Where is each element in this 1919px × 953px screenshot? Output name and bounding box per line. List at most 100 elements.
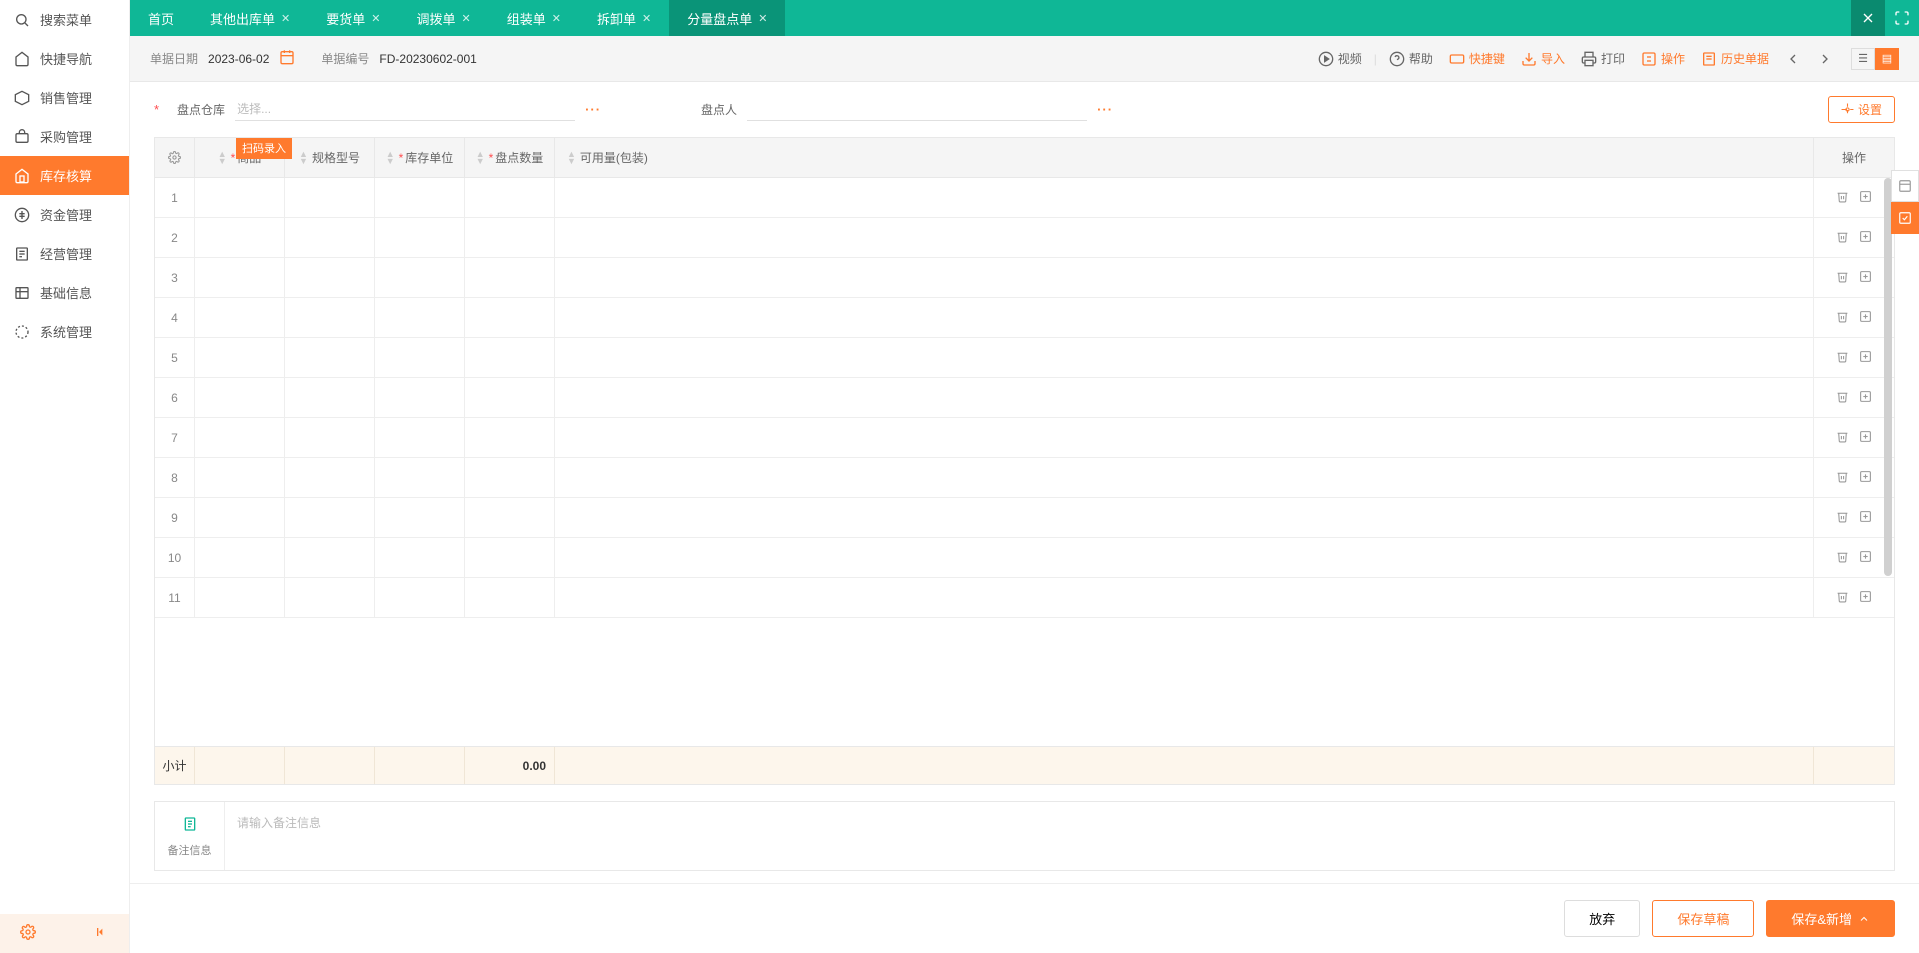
cell-avail[interactable] [555,538,1814,577]
add-row-icon[interactable] [1859,350,1872,366]
cell-unit[interactable] [375,538,465,577]
tab-4[interactable]: 组装单✕ [489,0,579,36]
cell-qty[interactable] [465,458,555,497]
cell-product[interactable] [195,338,285,377]
view-form-button[interactable]: ▤ [1875,48,1899,70]
person-more-icon[interactable]: ··· [1097,102,1113,117]
cell-unit[interactable] [375,218,465,257]
delete-row-icon[interactable] [1836,510,1849,526]
cell-product[interactable] [195,258,285,297]
col-avail[interactable]: ▲▼可用量(包装) [555,138,1814,177]
sidebar-item-base[interactable]: 基础信息 [0,273,129,312]
cell-spec[interactable] [285,578,375,617]
cell-unit[interactable] [375,418,465,457]
col-qty[interactable]: ▲▼*盘点数量 [465,138,555,177]
close-icon[interactable]: ✕ [371,12,380,25]
tab-2[interactable]: 要货单✕ [308,0,398,36]
import-link[interactable]: 导入 [1515,50,1571,67]
add-row-icon[interactable] [1859,510,1872,526]
cell-product[interactable] [195,458,285,497]
cell-avail[interactable] [555,418,1814,457]
operate-link[interactable]: 操作 [1635,50,1691,67]
cell-qty[interactable] [465,258,555,297]
sidebar-item-inventory[interactable]: 库存核算 [0,156,129,195]
date-value[interactable]: 2023-06-02 [208,52,269,66]
add-row-icon[interactable] [1859,390,1872,406]
note-input[interactable] [225,802,1894,870]
tab-0[interactable]: 首页 [130,0,192,36]
delete-row-icon[interactable] [1836,470,1849,486]
sidebar-item-system[interactable]: 系统管理 [0,312,129,351]
cell-avail[interactable] [555,378,1814,417]
tab-6[interactable]: 分量盘点单✕ [669,0,785,36]
cell-product[interactable] [195,538,285,577]
add-row-icon[interactable] [1859,310,1872,326]
video-link[interactable]: 视频 [1312,50,1368,67]
cell-unit[interactable] [375,298,465,337]
cell-spec[interactable] [285,418,375,457]
tab-3[interactable]: 调拨单✕ [398,0,488,36]
gear-column-icon[interactable] [155,138,195,177]
close-icon[interactable]: ✕ [462,12,471,25]
cell-unit[interactable] [375,458,465,497]
print-link[interactable]: 打印 [1575,50,1631,67]
cell-spec[interactable] [285,378,375,417]
save-draft-button[interactable]: 保存草稿 [1652,900,1754,937]
cell-qty[interactable] [465,538,555,577]
cell-product[interactable] [195,378,285,417]
hotkey-link[interactable]: 快捷键 [1443,50,1511,67]
cell-product[interactable] [195,178,285,217]
side-tab-2[interactable] [1891,202,1919,234]
tab-1[interactable]: 其他出库单✕ [192,0,308,36]
fullscreen-button[interactable] [1885,0,1919,36]
cell-spec[interactable] [285,338,375,377]
cell-qty[interactable] [465,418,555,457]
cell-avail[interactable] [555,178,1814,217]
add-row-icon[interactable] [1859,270,1872,286]
cell-qty[interactable] [465,298,555,337]
person-input[interactable] [747,98,1087,121]
cell-avail[interactable] [555,258,1814,297]
delete-row-icon[interactable] [1836,550,1849,566]
add-row-icon[interactable] [1859,230,1872,246]
scan-badge[interactable]: 扫码录入 [236,137,292,159]
cell-spec[interactable] [285,298,375,337]
cell-qty[interactable] [465,378,555,417]
cell-qty[interactable] [465,578,555,617]
sidebar-item-sale[interactable]: 销售管理 [0,78,129,117]
cell-product[interactable] [195,418,285,457]
cell-unit[interactable] [375,338,465,377]
prev-icon[interactable] [1779,51,1807,67]
sidebar-item-home[interactable]: 快捷导航 [0,39,129,78]
cell-avail[interactable] [555,218,1814,257]
close-icon[interactable]: ✕ [552,12,561,25]
sidebar-item-finance[interactable]: 资金管理 [0,195,129,234]
delete-row-icon[interactable] [1836,190,1849,206]
history-link[interactable]: 历史单据 [1695,50,1775,67]
sidebar-item-search[interactable]: 搜索菜单 [0,0,129,39]
cell-avail[interactable] [555,298,1814,337]
delete-row-icon[interactable] [1836,390,1849,406]
cell-unit[interactable] [375,178,465,217]
delete-row-icon[interactable] [1836,230,1849,246]
warehouse-input[interactable] [235,98,575,121]
col-product[interactable]: ▲▼*商品 扫码录入 [195,138,285,177]
cell-product[interactable] [195,578,285,617]
cell-avail[interactable] [555,458,1814,497]
cell-product[interactable] [195,298,285,337]
settings-button[interactable]: 设置 [1828,96,1895,123]
close-icon[interactable]: ✕ [642,12,651,25]
scrollbar-thumb[interactable] [1884,178,1892,576]
delete-row-icon[interactable] [1836,430,1849,446]
add-row-icon[interactable] [1859,190,1872,206]
close-icon[interactable]: ✕ [758,12,767,25]
settings-icon[interactable] [20,924,36,943]
side-tab-1[interactable] [1891,170,1919,202]
sidebar-item-report[interactable]: 经营管理 [0,234,129,273]
cell-qty[interactable] [465,218,555,257]
calendar-icon[interactable] [279,49,295,68]
col-unit[interactable]: ▲▼*库存单位 [375,138,465,177]
tab-5[interactable]: 拆卸单✕ [579,0,669,36]
cell-spec[interactable] [285,178,375,217]
cell-spec[interactable] [285,218,375,257]
